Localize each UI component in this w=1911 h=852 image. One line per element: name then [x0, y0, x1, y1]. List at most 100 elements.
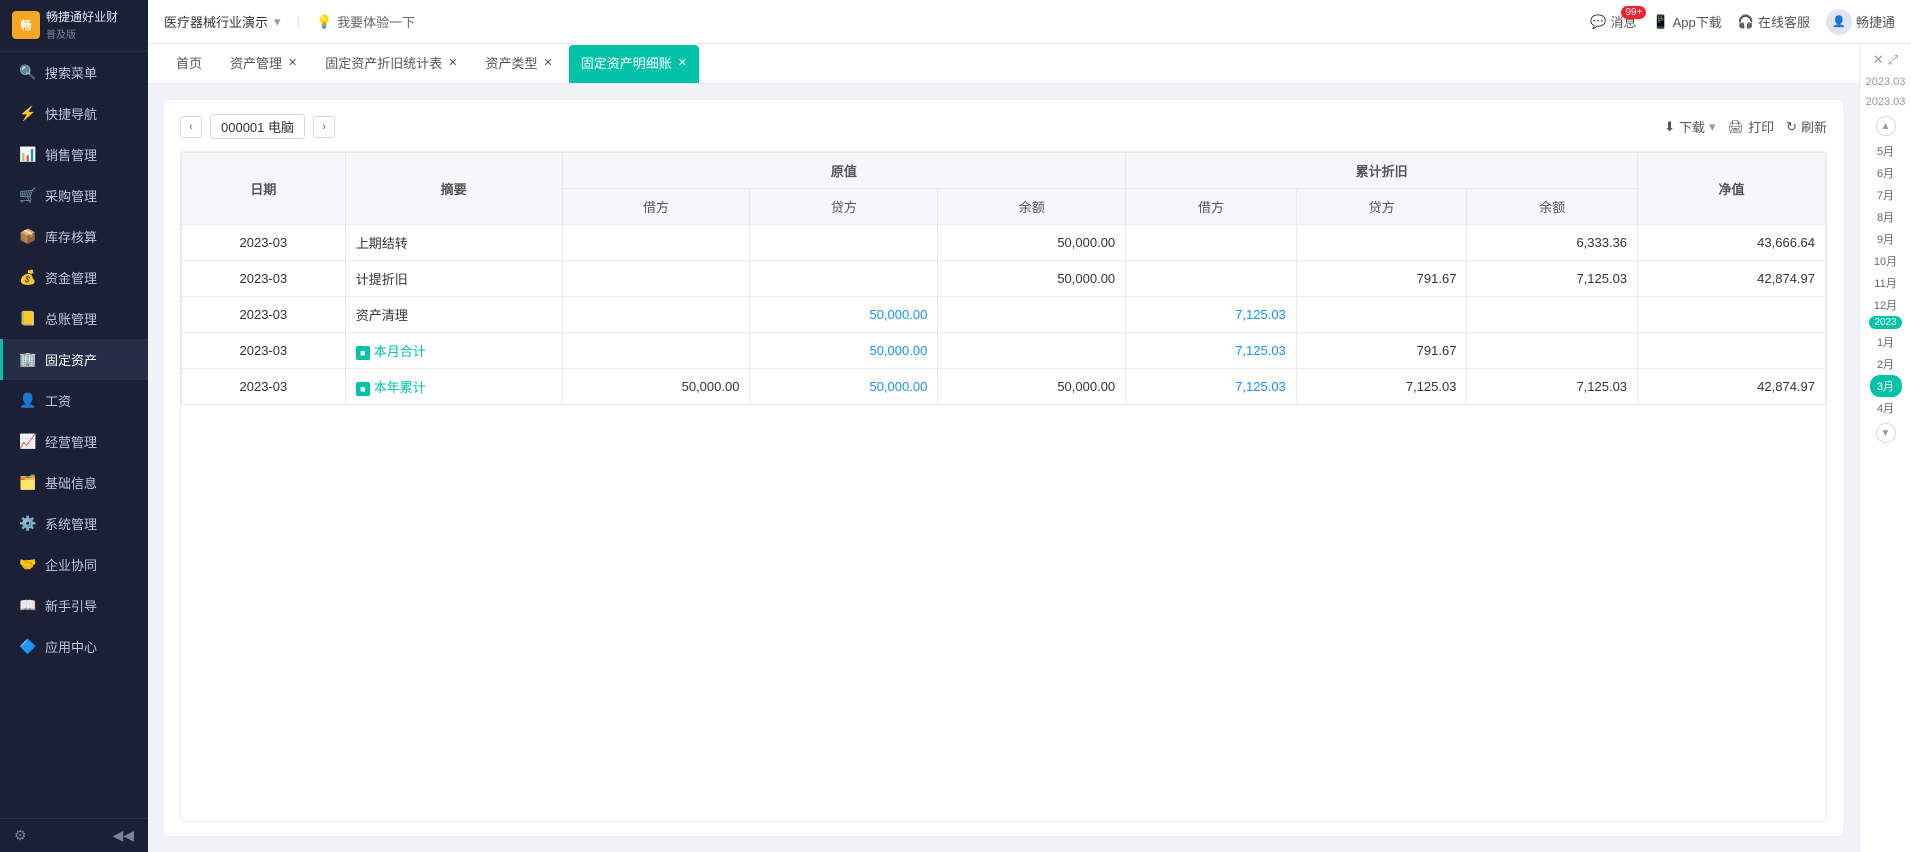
asset-detail-table: 日期 摘要 原值 累计折旧 净值 借方 贷方 余额 借方 贷方 余额 — [181, 152, 1826, 405]
sidebar-item-label: 资金管理 — [45, 268, 97, 287]
system-icon: ⚙️ — [19, 515, 37, 532]
timeline-month-1[interactable]: 1月 — [1860, 331, 1911, 353]
timeline-month-3[interactable]: 3月 — [1870, 375, 1902, 397]
table-wrapper: 日期 摘要 原值 累计折旧 净值 借方 贷方 余额 借方 贷方 余额 — [180, 151, 1827, 822]
tab-close-icon[interactable]: ✕ — [678, 56, 687, 69]
sidebar-item-search[interactable]: 🔍 搜索菜单 — [0, 52, 148, 93]
sidebar-item-sales[interactable]: 📊 销售管理 — [0, 134, 148, 175]
basic-info-icon: 🗂️ — [19, 474, 37, 491]
timeline-year-badge: 2023 — [1869, 316, 1901, 329]
timeline-month-9月[interactable]: 9月 — [1860, 228, 1911, 250]
table-row: 2023-03 ■本月合计 50,000.00 7,125.03 791.67 — [182, 333, 1826, 369]
sidebar: 畅 畅捷通好业财 普及版 🔍 搜索菜单 ⚡ 快捷导航 📊 销售管理 🛒 采购管理… — [0, 0, 148, 852]
timeline-month-8月[interactable]: 8月 — [1860, 206, 1911, 228]
cell-orig-balance: 50,000.00 — [938, 225, 1126, 261]
sidebar-item-basic-info[interactable]: 🗂️ 基础信息 — [0, 462, 148, 503]
cell-dep-credit — [1296, 225, 1467, 261]
app-download-label: App下载 — [1673, 12, 1722, 31]
cell-orig-credit — [750, 225, 938, 261]
sidebar-item-label: 快捷导航 — [45, 104, 97, 123]
timeline-month-2[interactable]: 2月 — [1860, 353, 1911, 375]
timeline-month-4[interactable]: 4月 — [1860, 397, 1911, 419]
tab-close-icon[interactable]: ✕ — [544, 56, 553, 69]
summary-icon: ■ — [356, 346, 370, 360]
sidebar-item-purchase[interactable]: 🛒 采购管理 — [0, 175, 148, 216]
cell-orig-balance: 50,000.00 — [938, 261, 1126, 297]
tab-asset-type[interactable]: 资产类型 ✕ — [473, 45, 564, 83]
sidebar-item-system[interactable]: ⚙️ 系统管理 — [0, 503, 148, 544]
sidebar-item-tutorial[interactable]: 📖 新手引导 — [0, 585, 148, 626]
user-label: 畅捷通 — [1856, 12, 1895, 31]
company-selector[interactable]: 医疗器械行业演示 ▾ — [164, 12, 281, 31]
cell-orig-debit — [562, 333, 750, 369]
message-badge: 99+ — [1621, 6, 1646, 19]
sidebar-item-app-center[interactable]: 🔷 应用中心 — [0, 626, 148, 667]
sidebar-item-label: 应用中心 — [45, 637, 97, 656]
tab-home[interactable]: 首页 — [164, 45, 214, 83]
tab-label: 资产类型 — [485, 53, 537, 72]
tab-asset-detail[interactable]: 固定资产明细账 ✕ — [569, 45, 699, 83]
settings-icon[interactable]: ⚙ — [14, 827, 27, 844]
cell-net-value: 42,874.97 — [1638, 261, 1826, 297]
cell-dep-credit: 791.67 — [1296, 333, 1467, 369]
message-btn[interactable]: 💬 消息 99+ — [1590, 12, 1636, 31]
refresh-btn[interactable]: ↻ 刷新 — [1786, 117, 1827, 136]
timeline-panel: ✕ ⤢ 2023.03 2023.03 ▲ 5月6月7月8月9月10月11月12… — [1859, 44, 1911, 852]
message-icon: 💬 — [1590, 14, 1606, 30]
download-dropdown-icon: ▾ — [1709, 119, 1716, 135]
sidebar-item-capital[interactable]: 💰 资金管理 — [0, 257, 148, 298]
sidebar-menu: 🔍 搜索菜单 ⚡ 快捷导航 📊 销售管理 🛒 采购管理 📦 库存核算 💰 资金管… — [0, 52, 148, 818]
experience-btn[interactable]: 💡 我要体验一下 — [316, 12, 415, 31]
refresh-label: 刷新 — [1801, 117, 1827, 136]
purchase-icon: 🛒 — [19, 187, 37, 204]
quick-nav-icon: ⚡ — [19, 105, 37, 122]
summary-icon: ■ — [356, 382, 370, 396]
tab-depreciation-table[interactable]: 固定资产折旧统计表 ✕ — [313, 45, 469, 83]
cell-orig-credit: 50,000.00 — [750, 333, 938, 369]
expand-panel-btn[interactable]: ⤢ — [1888, 52, 1898, 68]
prev-asset-btn[interactable]: ‹ — [180, 116, 202, 138]
timeline-month-5月[interactable]: 5月 — [1860, 140, 1911, 162]
sidebar-item-label: 采购管理 — [45, 186, 97, 205]
avatar: 👤 — [1826, 9, 1852, 35]
capital-icon: 💰 — [19, 269, 37, 286]
print-btn[interactable]: 🖨 打印 — [1728, 117, 1775, 136]
action-buttons: ⬇ 下载 ▾ 🖨 打印 ↻ 刷新 — [1664, 117, 1827, 136]
user-btn[interactable]: 👤 畅捷通 — [1826, 9, 1895, 35]
sidebar-item-ledger[interactable]: 📒 总账管理 — [0, 298, 148, 339]
timeline-month-7月[interactable]: 7月 — [1860, 184, 1911, 206]
timeline-expand-btn[interactable]: ▲ — [1876, 116, 1896, 136]
asset-name: 电脑 — [268, 120, 294, 135]
asset-code: 000001 — [221, 120, 264, 135]
sidebar-item-operations[interactable]: 📈 经营管理 — [0, 421, 148, 462]
panel-controls: ✕ ⤢ — [1873, 52, 1898, 68]
app-download-btn[interactable]: 📱 App下载 — [1652, 12, 1721, 31]
cell-dep-credit: 791.67 — [1296, 261, 1467, 297]
sidebar-item-payroll[interactable]: 👤 工资 — [0, 380, 148, 421]
collapse-icon[interactable]: ◀◀ — [112, 827, 134, 844]
timeline-expand-btn-bottom[interactable]: ▼ — [1876, 423, 1896, 443]
sidebar-item-inventory[interactable]: 📦 库存核算 — [0, 216, 148, 257]
sidebar-item-enterprise[interactable]: 🤝 企业协同 — [0, 544, 148, 585]
timeline-month-12月[interactable]: 12月 — [1860, 294, 1911, 316]
tab-close-icon[interactable]: ✕ — [448, 56, 457, 69]
download-btn[interactable]: ⬇ 下载 ▾ — [1664, 117, 1715, 136]
cell-dep-balance: 6,333.36 — [1467, 225, 1638, 261]
customer-service-btn[interactable]: 🎧 在线客服 — [1738, 12, 1810, 31]
cell-dep-balance — [1467, 297, 1638, 333]
sidebar-item-quick-nav[interactable]: ⚡ 快捷导航 — [0, 93, 148, 134]
tab-close-icon[interactable]: ✕ — [288, 56, 297, 69]
timeline-month-11月[interactable]: 11月 — [1860, 272, 1911, 294]
timeline-month-10月[interactable]: 10月 — [1860, 250, 1911, 272]
cell-orig-debit — [562, 225, 750, 261]
close-panel-btn[interactable]: ✕ — [1873, 52, 1884, 68]
sidebar-item-label: 系统管理 — [45, 514, 97, 533]
tab-asset-mgmt[interactable]: 资产管理 ✕ — [218, 45, 309, 83]
timeline-month-6月[interactable]: 6月 — [1860, 162, 1911, 184]
operations-icon: 📈 — [19, 433, 37, 450]
next-asset-btn[interactable]: › — [313, 116, 335, 138]
sidebar-item-fixed-assets[interactable]: 🏢 固定资产 — [0, 339, 148, 380]
cell-orig-debit — [562, 297, 750, 333]
cell-orig-balance: 50,000.00 — [938, 369, 1126, 405]
cell-summary: ■本年累计 — [345, 369, 562, 405]
